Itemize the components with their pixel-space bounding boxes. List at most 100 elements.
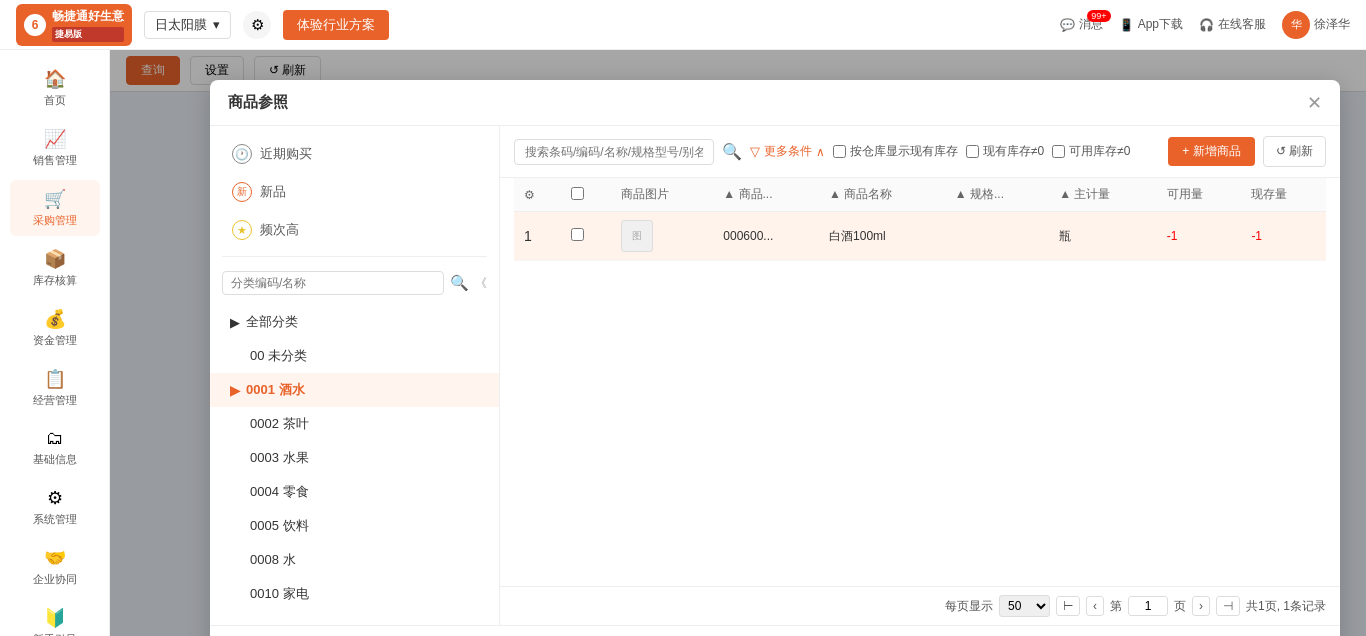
col-spec[interactable]: ▲ 规格... bbox=[945, 178, 1050, 212]
col-gear: ⚙ bbox=[514, 178, 561, 212]
main-layout: 🏠 首页 📈 销售管理 🛒 采购管理 📦 库存核算 💰 资金管理 📋 经营管理 … bbox=[0, 50, 1366, 636]
table-row[interactable]: 1 图 000600... 白酒100ml 瓶 -1 bbox=[514, 212, 1326, 261]
total-info: 共1页, 1条记录 bbox=[1246, 598, 1326, 615]
sidebar-item-basic[interactable]: 🗂 基础信息 bbox=[10, 420, 100, 475]
stock-ne0-input[interactable] bbox=[966, 145, 979, 158]
category-item-liquor[interactable]: ▶ 0001 酒水 bbox=[210, 373, 499, 407]
col-code[interactable]: ▲ 商品... bbox=[713, 178, 819, 212]
per-page-select[interactable]: 50 100 bbox=[999, 595, 1050, 617]
sidebar: 🏠 首页 📈 销售管理 🛒 采购管理 📦 库存核算 💰 资金管理 📋 经营管理 … bbox=[0, 50, 110, 636]
sidebar-item-enterprise[interactable]: 🤝 企业协同 bbox=[10, 539, 100, 595]
sidebar-item-system[interactable]: ⚙ 系统管理 bbox=[10, 479, 100, 535]
col-image: 商品图片 bbox=[611, 178, 714, 212]
product-thumbnail: 图 bbox=[621, 220, 653, 252]
settings-icon[interactable]: ⚙ bbox=[524, 188, 535, 202]
sidebar-item-inventory[interactable]: 📦 库存核算 bbox=[10, 240, 100, 296]
row-select-checkbox[interactable] bbox=[571, 228, 584, 241]
row-name: 白酒100ml bbox=[819, 212, 945, 261]
col-checkbox bbox=[561, 178, 611, 212]
category-item-beverage[interactable]: 0005 饮料 bbox=[210, 509, 499, 543]
row-available: -1 bbox=[1157, 212, 1242, 261]
enterprise-icon: 🤝 bbox=[44, 547, 66, 569]
warehouse-checkbox-input[interactable] bbox=[833, 145, 846, 158]
sidebar-item-operations[interactable]: 📋 经营管理 bbox=[10, 360, 100, 416]
phone-icon: 📱 bbox=[1119, 18, 1134, 32]
message-icon: 💬 bbox=[1060, 18, 1075, 32]
table-body: 1 图 000600... 白酒100ml 瓶 -1 bbox=[514, 212, 1326, 261]
product-search-button[interactable]: 🔍 bbox=[722, 142, 742, 161]
category-item-water[interactable]: 0008 水 bbox=[210, 543, 499, 577]
app-download-item[interactable]: 📱 App下载 bbox=[1119, 16, 1183, 33]
operations-icon: 📋 bbox=[44, 368, 66, 390]
finance-icon: 💰 bbox=[44, 308, 66, 330]
row-code: 000600... bbox=[713, 212, 819, 261]
tab-recent-purchase[interactable]: 🕐 近期购买 bbox=[222, 136, 487, 172]
pagination-row: 每页显示 50 100 ⊢ ‹ 第 页 › ⊣ 共1页, 1条记录 bbox=[500, 586, 1340, 625]
sidebar-item-purchase[interactable]: 🛒 采购管理 bbox=[10, 180, 100, 236]
col-stock: 现存量 bbox=[1241, 178, 1326, 212]
expand-icon: ▶ bbox=[230, 315, 240, 330]
dialog-body: 🕐 近期购买 新 新品 ★ 频次高 bbox=[210, 126, 1340, 625]
category-search-icon[interactable]: 🔍 bbox=[450, 274, 469, 292]
select-all-checkbox[interactable] bbox=[571, 187, 584, 200]
category-item-appliance[interactable]: 0010 家电 bbox=[210, 577, 499, 611]
first-page-button[interactable]: ⊢ bbox=[1056, 596, 1080, 616]
refresh-button[interactable]: ↺ 刷新 bbox=[1263, 136, 1326, 167]
category-item-fruit[interactable]: 0003 水果 bbox=[210, 441, 499, 475]
product-table-area: ⚙ 商品图片 ▲ 商品... ▲ 商品名称 bbox=[500, 178, 1340, 586]
sales-icon: 📈 bbox=[44, 128, 66, 150]
inventory-icon: 📦 bbox=[44, 248, 66, 270]
add-product-button[interactable]: + 新增商品 bbox=[1168, 137, 1254, 166]
category-item-all[interactable]: ▶ 全部分类 bbox=[210, 305, 499, 339]
row-unit: 瓶 bbox=[1049, 212, 1157, 261]
filter-button[interactable]: ▽ 更多条件 ∧ bbox=[750, 143, 825, 160]
row-gear: 1 bbox=[514, 212, 561, 261]
last-page-button[interactable]: ⊣ bbox=[1216, 596, 1240, 616]
stock-ne0-checkbox[interactable]: 现有库存≠0 bbox=[966, 143, 1044, 160]
settings-icon[interactable]: ⚙ bbox=[243, 11, 271, 39]
usable-ne0-checkbox[interactable]: 可用库存≠0 bbox=[1052, 143, 1130, 160]
dialog-close-button[interactable]: ✕ bbox=[1307, 92, 1322, 114]
dialog-title: 商品参照 bbox=[228, 93, 288, 112]
divider bbox=[222, 256, 487, 257]
dialog-header: 商品参照 ✕ bbox=[210, 80, 1340, 126]
cta-button[interactable]: 体验行业方案 bbox=[283, 10, 389, 40]
star-icon: ★ bbox=[232, 220, 252, 240]
sidebar-item-guide[interactable]: 🔰 新手引导 bbox=[10, 599, 100, 636]
category-item-snack[interactable]: 0004 零食 bbox=[210, 475, 499, 509]
category-search-row: 🔍 《 bbox=[210, 265, 499, 301]
chevron-down-icon: ▾ bbox=[213, 17, 220, 32]
product-search-input[interactable] bbox=[514, 139, 714, 165]
messages-item[interactable]: 💬 消息 99+ bbox=[1060, 16, 1103, 33]
sidebar-item-finance[interactable]: 💰 资金管理 bbox=[10, 300, 100, 356]
category-item-tea[interactable]: 0002 茶叶 bbox=[210, 407, 499, 441]
tab-new-products[interactable]: 新 新品 bbox=[222, 174, 487, 210]
col-unit[interactable]: ▲ 主计量 bbox=[1049, 178, 1157, 212]
category-search-input[interactable] bbox=[222, 271, 444, 295]
logo-icon: 6 bbox=[24, 14, 46, 36]
col-name[interactable]: ▲ 商品名称 bbox=[819, 178, 945, 212]
sidebar-item-sales[interactable]: 📈 销售管理 bbox=[10, 120, 100, 176]
sidebar-item-home[interactable]: 🏠 首页 bbox=[10, 60, 100, 116]
service-item[interactable]: 🎧 在线客服 bbox=[1199, 16, 1266, 33]
tab-frequent[interactable]: ★ 频次高 bbox=[222, 212, 487, 248]
row-image: 图 bbox=[611, 212, 714, 261]
company-dropdown[interactable]: 日太阳膜 ▾ bbox=[144, 11, 231, 39]
table-header: ⚙ 商品图片 ▲ 商品... ▲ 商品名称 bbox=[514, 178, 1326, 212]
dialog-footer: 显示停用 ? 🛒 连续选择的商品 0 ∧ 取消 确定 bbox=[210, 625, 1340, 636]
page-number-input[interactable] bbox=[1128, 596, 1168, 616]
guide-icon: 🔰 bbox=[44, 607, 66, 629]
system-icon: ⚙ bbox=[47, 487, 63, 509]
user-avatar[interactable]: 华 徐泽华 bbox=[1282, 11, 1350, 39]
row-stock: -1 bbox=[1241, 212, 1326, 261]
collapse-icon[interactable]: 《 bbox=[475, 275, 487, 292]
content-area: 查询 设置 ↺ 刷新 商品参照 ✕ 🕐 近期购买 bbox=[110, 50, 1366, 636]
prev-page-button[interactable]: ‹ bbox=[1086, 596, 1104, 616]
usable-ne0-input[interactable] bbox=[1052, 145, 1065, 158]
logo: 6 畅捷通好生意 捷易版 bbox=[16, 4, 132, 46]
category-item-uncategorized[interactable]: 00 未分类 bbox=[210, 339, 499, 373]
warehouse-display-checkbox[interactable]: 按仓库显示现有库存 bbox=[833, 143, 958, 160]
next-page-button[interactable]: › bbox=[1192, 596, 1210, 616]
headset-icon: 🎧 bbox=[1199, 18, 1214, 32]
messages-badge: 99+ bbox=[1087, 10, 1110, 22]
